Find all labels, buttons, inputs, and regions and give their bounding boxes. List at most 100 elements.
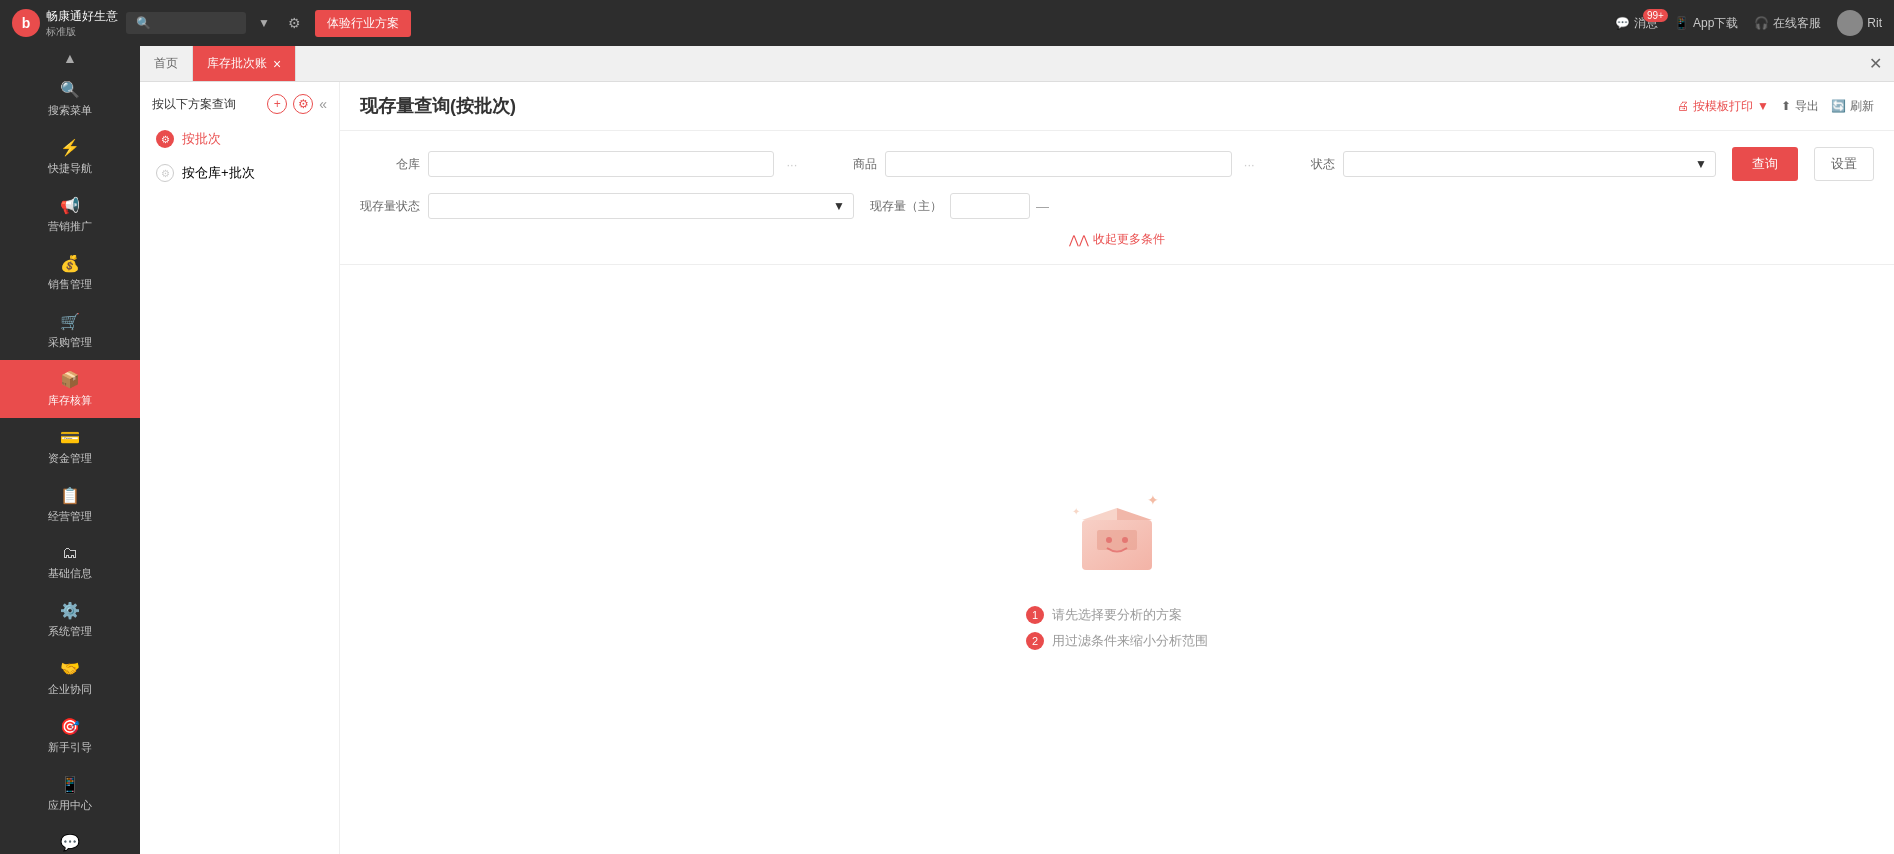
panel-title: 按以下方案查询 xyxy=(152,96,236,113)
sidebar-item-operation[interactable]: 📋 经营管理 xyxy=(0,476,140,534)
svg-point-5 xyxy=(1122,537,1128,543)
tab-bar: 首页 库存批次账 × ✕ xyxy=(140,46,1894,82)
empty-hint-2: 2 用过滤条件来缩小分析范围 xyxy=(1026,632,1208,650)
sidebar-scroll-up[interactable]: ▲ xyxy=(0,46,140,70)
online-service-label: 在线客服 xyxy=(1773,15,1821,32)
notification-area[interactable]: 💬 消息 99+ xyxy=(1615,15,1658,32)
sidebar-item-purchase[interactable]: 🛒 采购管理 xyxy=(0,302,140,360)
tab-home[interactable]: 首页 xyxy=(140,46,193,81)
panel-collapse-btn[interactable]: « xyxy=(319,94,327,114)
filter-row-2: 现存量状态 ▼ 现存量（主） — xyxy=(360,193,1874,219)
header-left: b 畅康通好生意 标准版 🔍 ▼ ⚙ 体验行业方案 xyxy=(12,8,1615,39)
enterprise-icon: 🤝 xyxy=(60,659,80,678)
sidebar-label: 快捷导航 xyxy=(48,161,92,176)
plan-label: 按批次 xyxy=(182,130,221,148)
sidebar-label: 基础信息 xyxy=(48,566,92,581)
user-area[interactable]: Rit xyxy=(1837,10,1882,36)
filter-settings-btn[interactable]: 设置 xyxy=(1814,147,1874,181)
wechat-icon: 💬 xyxy=(60,833,80,852)
sidebar-item-basic[interactable]: 🗂 基础信息 xyxy=(0,534,140,591)
panel-header: 按以下方案查询 + ⚙ « xyxy=(140,94,339,122)
status-select[interactable]: ▼ xyxy=(1343,151,1716,177)
finance-icon: 💳 xyxy=(60,428,80,447)
tab-area-close-btn[interactable]: ✕ xyxy=(1869,54,1882,73)
export-btn[interactable]: ⬆ 导出 xyxy=(1781,98,1819,115)
trial-btn[interactable]: 体验行业方案 xyxy=(315,10,411,37)
title-actions: 🖨 按模板打印 ▼ ⬆ 导出 🔄 刷新 xyxy=(1677,98,1874,115)
svg-marker-1 xyxy=(1082,508,1117,520)
search-dropdown-btn[interactable]: ▼ xyxy=(254,14,274,32)
print-template-btn[interactable]: 🖨 按模板打印 ▼ xyxy=(1677,98,1769,115)
sidebar-item-finance[interactable]: 💳 资金管理 xyxy=(0,418,140,476)
inventory-qty-label: 现存量（主） xyxy=(870,198,942,215)
hint-text-2: 用过滤条件来缩小分析范围 xyxy=(1052,632,1208,650)
plan-item-by-warehouse-batch[interactable]: ⚙ 按仓库+批次 xyxy=(140,156,339,190)
print-label: 按模板打印 xyxy=(1693,98,1753,115)
inventory-status-select[interactable]: ▼ xyxy=(428,193,854,219)
sidebar-item-enterprise[interactable]: 🤝 企业协同 xyxy=(0,649,140,707)
warehouse-dots[interactable]: ··· xyxy=(782,157,801,172)
sidebar-label: 营销推广 xyxy=(48,219,92,234)
basic-icon: 🗂 xyxy=(62,544,78,562)
sidebar-item-search-menu[interactable]: 🔍 搜索菜单 xyxy=(0,70,140,128)
settings-gear-btn[interactable]: ⚙ xyxy=(282,13,307,33)
purchase-icon: 🛒 xyxy=(60,312,80,331)
main-layout: ▲ 🔍 搜索菜单 ⚡ 快捷导航 📢 营销推广 💰 销售管理 🛒 采购管理 📦 库… xyxy=(0,46,1894,854)
refresh-btn[interactable]: 🔄 刷新 xyxy=(1831,98,1874,115)
svg-point-4 xyxy=(1106,537,1112,543)
plan-label: 按仓库+批次 xyxy=(182,164,255,182)
page-title-bar: 现存量查询(按批次) 🖨 按模板打印 ▼ ⬆ 导出 🔄 xyxy=(340,82,1894,131)
inventory-qty-range: — xyxy=(950,193,1364,219)
plan-item-by-batch[interactable]: ⚙ 按批次 xyxy=(140,122,339,156)
app-download-area[interactable]: 📱 App下载 xyxy=(1674,15,1738,32)
export-label: 导出 xyxy=(1795,98,1819,115)
hint-text-1: 请先选择要分析的方案 xyxy=(1052,606,1182,624)
svg-marker-2 xyxy=(1117,508,1152,520)
app-version: 标准版 xyxy=(46,25,118,39)
panel-actions: + ⚙ « xyxy=(267,94,327,114)
header-right: 💬 消息 99+ 📱 App下载 🎧 在线客服 Rit xyxy=(1615,10,1882,36)
sidebar-item-sales[interactable]: 💰 销售管理 xyxy=(0,244,140,302)
phone-icon: 📱 xyxy=(1674,16,1689,30)
product-dots[interactable]: ··· xyxy=(1240,157,1259,172)
tab-close-btn[interactable]: × xyxy=(273,57,281,71)
empty-icon-wrapper: ✦ ✦ xyxy=(1057,470,1177,590)
qty-dash: — xyxy=(1036,199,1049,214)
headset-icon: 🎧 xyxy=(1754,16,1769,30)
sidebar-item-inventory[interactable]: 📦 库存核算 xyxy=(0,360,140,418)
query-btn[interactable]: 查询 xyxy=(1732,147,1798,181)
sidebar-item-quick-nav[interactable]: ⚡ 快捷导航 xyxy=(0,128,140,186)
sidebar-item-system[interactable]: ⚙️ 系统管理 xyxy=(0,591,140,649)
sidebar-label: 经营管理 xyxy=(48,509,92,524)
tab-batch-account[interactable]: 库存批次账 × xyxy=(193,46,296,81)
sales-icon: 💰 xyxy=(60,254,80,273)
marketing-icon: 📢 xyxy=(60,196,80,215)
sidebar-item-marketing[interactable]: 📢 营销推广 xyxy=(0,186,140,244)
search-bar[interactable]: 🔍 xyxy=(126,12,246,34)
qty-min-input[interactable] xyxy=(950,193,1030,219)
hint-num-1: 1 xyxy=(1026,606,1044,624)
tab-home-label: 首页 xyxy=(154,55,178,72)
warehouse-input[interactable] xyxy=(428,151,774,177)
system-icon: ⚙️ xyxy=(60,601,80,620)
sidebar-item-app-center[interactable]: 📱 应用中心 xyxy=(0,765,140,823)
refresh-icon: 🔄 xyxy=(1831,99,1846,113)
product-input[interactable] xyxy=(885,151,1231,177)
sidebar-label: 搜索菜单 xyxy=(48,103,92,118)
sidebar-item-newbie[interactable]: 🎯 新手引导 xyxy=(0,707,140,765)
notification-badge-count: 99+ xyxy=(1643,9,1668,22)
page-title: 现存量查询(按批次) xyxy=(360,94,516,118)
app-download-label: App下载 xyxy=(1693,15,1738,32)
filter-status: 状态 ▼ xyxy=(1275,151,1716,177)
sidebar-item-enterprise-wx[interactable]: 💬 企业微信 xyxy=(0,823,140,854)
empty-state: ✦ ✦ 1 请先选择要分析的方案 2 用过滤条件来缩小分析范围 xyxy=(340,265,1894,854)
search-icon: 🔍 xyxy=(60,80,80,99)
panel-add-btn[interactable]: + xyxy=(267,94,287,114)
panel-gear-btn[interactable]: ⚙ xyxy=(293,94,313,114)
inventory-status-arrow-icon: ▼ xyxy=(833,199,845,213)
online-service-area[interactable]: 🎧 在线客服 xyxy=(1754,15,1821,32)
empty-hints: 1 请先选择要分析的方案 2 用过滤条件来缩小分析范围 xyxy=(1026,606,1208,650)
top-header: b 畅康通好生意 标准版 🔍 ▼ ⚙ 体验行业方案 💬 消息 99+ 📱 App… xyxy=(0,0,1894,46)
collapse-filter-btn[interactable]: ⋀⋀ 收起更多条件 xyxy=(1069,231,1165,248)
search-icon: 🔍 xyxy=(136,16,151,30)
